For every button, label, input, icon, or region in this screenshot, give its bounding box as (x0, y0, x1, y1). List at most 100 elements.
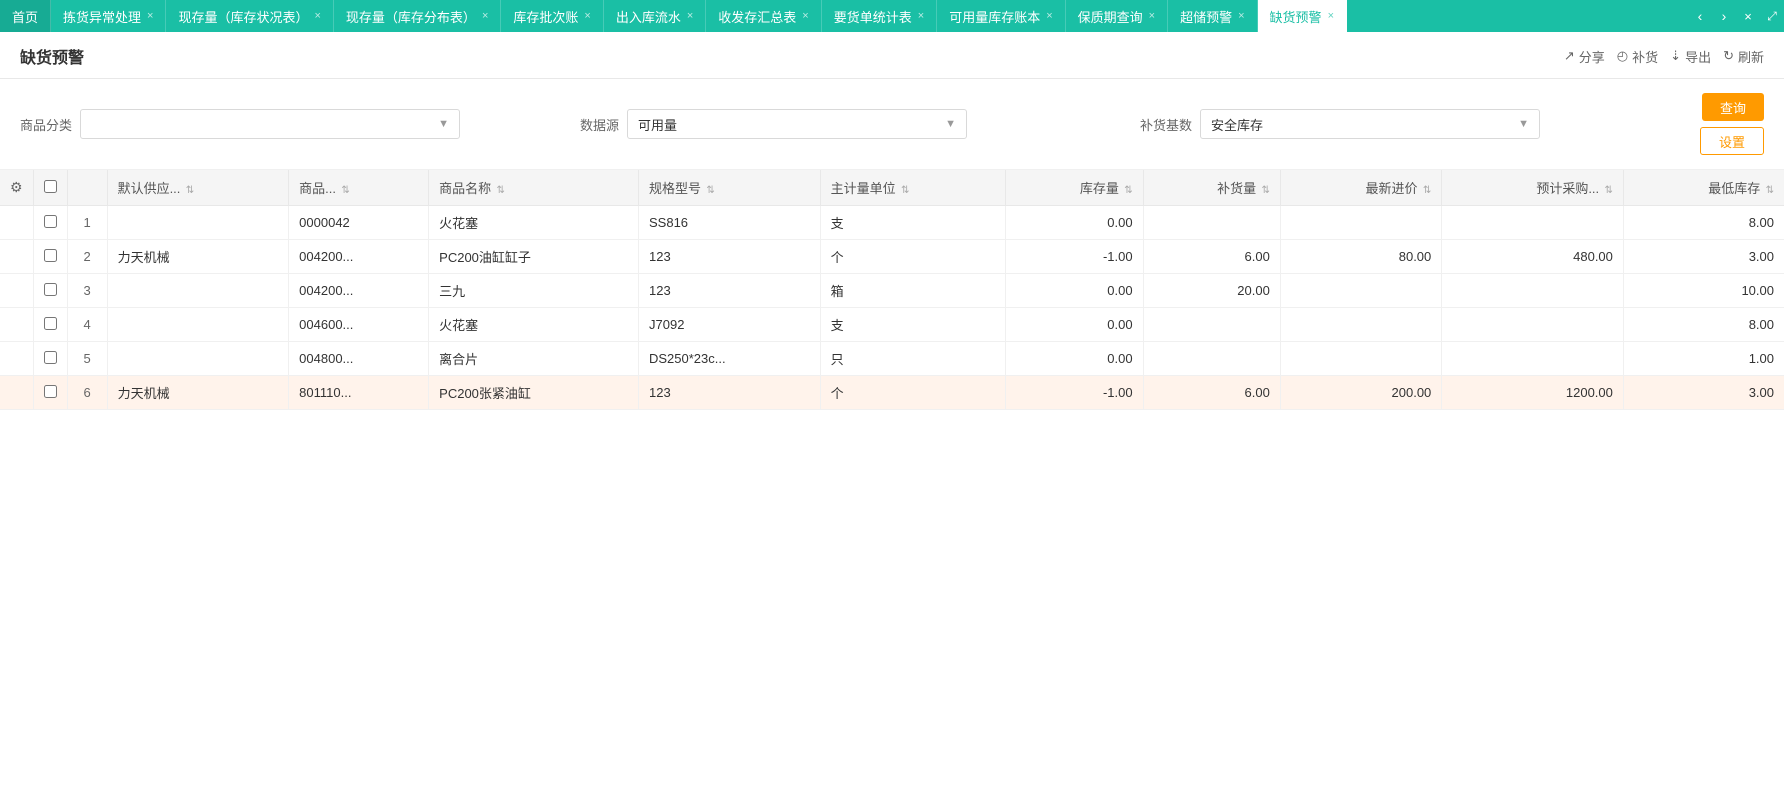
datasource-label: 数据源 (580, 115, 619, 134)
row-checkbox-1[interactable] (44, 249, 57, 262)
tab-close-9[interactable]: × (1149, 10, 1155, 22)
row-stock: 0.00 (1006, 274, 1143, 308)
tab-9[interactable]: 保质期查询 × (1066, 0, 1168, 32)
row-num: 1 (67, 206, 107, 240)
gear-icon[interactable]: ⚙ (10, 179, 23, 196)
row-check-cell[interactable] (33, 206, 67, 240)
row-check-cell[interactable] (33, 308, 67, 342)
tab-11[interactable]: 缺货预警 × (1258, 0, 1347, 32)
tab-close-11[interactable]: × (1328, 10, 1334, 22)
th-supplier[interactable]: 默认供应... ⇅ (107, 170, 289, 206)
row-gear-cell (0, 274, 33, 308)
row-spec: 123 (639, 376, 821, 410)
row-stock: 0.00 (1006, 342, 1143, 376)
settings-button[interactable]: 设置 (1700, 127, 1764, 155)
row-checkbox-5[interactable] (44, 385, 57, 398)
row-spec: DS250*23c... (639, 342, 821, 376)
th-replenish[interactable]: 补货量 ⇅ (1143, 170, 1280, 206)
tab-5[interactable]: 出入库流水 × (604, 0, 706, 32)
row-replenish (1143, 308, 1280, 342)
row-min-stock: 10.00 (1623, 274, 1784, 308)
row-checkbox-0[interactable] (44, 215, 57, 228)
tab-4[interactable]: 库存批次账 × (501, 0, 603, 32)
row-replenish: 6.00 (1143, 240, 1280, 274)
tab-close-10[interactable]: × (1238, 10, 1244, 22)
row-num: 4 (67, 308, 107, 342)
row-num: 3 (67, 274, 107, 308)
replenish-base-select[interactable]: 安全库存 ▼ (1200, 109, 1540, 139)
th-est-purchase[interactable]: 预计采购... ⇅ (1442, 170, 1624, 206)
th-name[interactable]: 商品名称 ⇅ (429, 170, 639, 206)
row-gear-cell (0, 342, 33, 376)
th-min-stock[interactable]: 最低库存 ⇅ (1623, 170, 1784, 206)
th-gear[interactable]: ⚙ (0, 170, 33, 206)
tab-8[interactable]: 可用量库存账本 × (937, 0, 1065, 32)
tab-scroll-right[interactable]: › (1712, 0, 1736, 32)
tab-close-1[interactable]: × (147, 10, 153, 22)
sort-est-icon: ⇅ (1605, 185, 1613, 196)
page-title: 缺货预警 (20, 44, 84, 68)
th-stock[interactable]: 库存量 ⇅ (1006, 170, 1143, 206)
row-stock: -1.00 (1006, 240, 1143, 274)
th-spec[interactable]: 规格型号 ⇅ (639, 170, 821, 206)
row-check-cell[interactable] (33, 376, 67, 410)
tab-home[interactable]: 首页 (0, 0, 51, 32)
tab-6[interactable]: 收发存汇总表 × (706, 0, 821, 32)
tab-scroll-left[interactable]: ‹ (1688, 0, 1712, 32)
tab-2[interactable]: 现存量（库存状况表） × (166, 0, 333, 32)
tab-fullscreen[interactable]: ⤢ (1760, 0, 1784, 32)
tab-close-3[interactable]: × (482, 10, 488, 22)
row-min-stock: 8.00 (1623, 308, 1784, 342)
tab-close-7[interactable]: × (918, 10, 924, 22)
tab-close-4[interactable]: × (584, 10, 590, 22)
category-filter-group: 商品分类 ▼ (20, 109, 560, 139)
query-button[interactable]: 查询 (1702, 93, 1764, 121)
refresh-icon: ↻ (1723, 48, 1734, 64)
row-supplier (107, 206, 289, 240)
sort-supplier-icon: ⇅ (186, 185, 194, 196)
tab-1[interactable]: 拣货异常处理 × (51, 0, 166, 32)
tab-10[interactable]: 超储预警 × (1168, 0, 1257, 32)
row-checkbox-2[interactable] (44, 283, 57, 296)
category-select[interactable]: ▼ (80, 109, 460, 139)
tab-close-5[interactable]: × (687, 10, 693, 22)
row-est-purchase (1442, 308, 1624, 342)
th-code[interactable]: 商品... ⇅ (289, 170, 429, 206)
row-check-cell[interactable] (33, 240, 67, 274)
tab-close-2[interactable]: × (314, 10, 320, 22)
filter-actions: 查询 设置 (1700, 93, 1764, 155)
row-check-cell[interactable] (33, 342, 67, 376)
row-est-purchase: 1200.00 (1442, 376, 1624, 410)
row-check-cell[interactable] (33, 274, 67, 308)
row-unit: 只 (820, 342, 1006, 376)
tab-7[interactable]: 要货单统计表 × (822, 0, 937, 32)
th-num (67, 170, 107, 206)
refresh-button[interactable]: ↻ 刷新 (1723, 47, 1764, 66)
tab-close-8[interactable]: × (1046, 10, 1052, 22)
datasource-select[interactable]: 可用量 ▼ (627, 109, 967, 139)
export-button[interactable]: ⇣ 导出 (1670, 47, 1711, 66)
row-checkbox-3[interactable] (44, 317, 57, 330)
datasource-value: 可用量 (638, 115, 677, 134)
th-check[interactable] (33, 170, 67, 206)
category-label: 商品分类 (20, 115, 72, 134)
table-row: 4 004600... 火花塞 J7092 支 0.00 8.00 (0, 308, 1784, 342)
tab-close-all[interactable]: × (1736, 0, 1760, 32)
th-price[interactable]: 最新进价 ⇅ (1280, 170, 1441, 206)
filter-area: 商品分类 ▼ 数据源 可用量 ▼ 补货基数 安全库存 ▼ 查询 设置 (0, 79, 1784, 170)
sort-price-icon: ⇅ (1423, 185, 1431, 196)
tab-close-6[interactable]: × (802, 10, 808, 22)
row-supplier: 力天机械 (107, 376, 289, 410)
tab-3[interactable]: 现存量（库存分布表） × (334, 0, 501, 32)
category-select-arrow: ▼ (438, 118, 449, 130)
row-checkbox-4[interactable] (44, 351, 57, 364)
th-unit[interactable]: 主计量单位 ⇅ (820, 170, 1006, 206)
replenish-button[interactable]: ◴ 补货 (1617, 47, 1658, 66)
row-num: 2 (67, 240, 107, 274)
select-all-checkbox[interactable] (44, 180, 57, 193)
sort-replenish-icon: ⇅ (1261, 185, 1269, 196)
share-button[interactable]: ↗ 分享 (1564, 47, 1605, 66)
row-num: 5 (67, 342, 107, 376)
row-min-stock: 1.00 (1623, 342, 1784, 376)
datasource-select-arrow: ▼ (945, 118, 956, 130)
